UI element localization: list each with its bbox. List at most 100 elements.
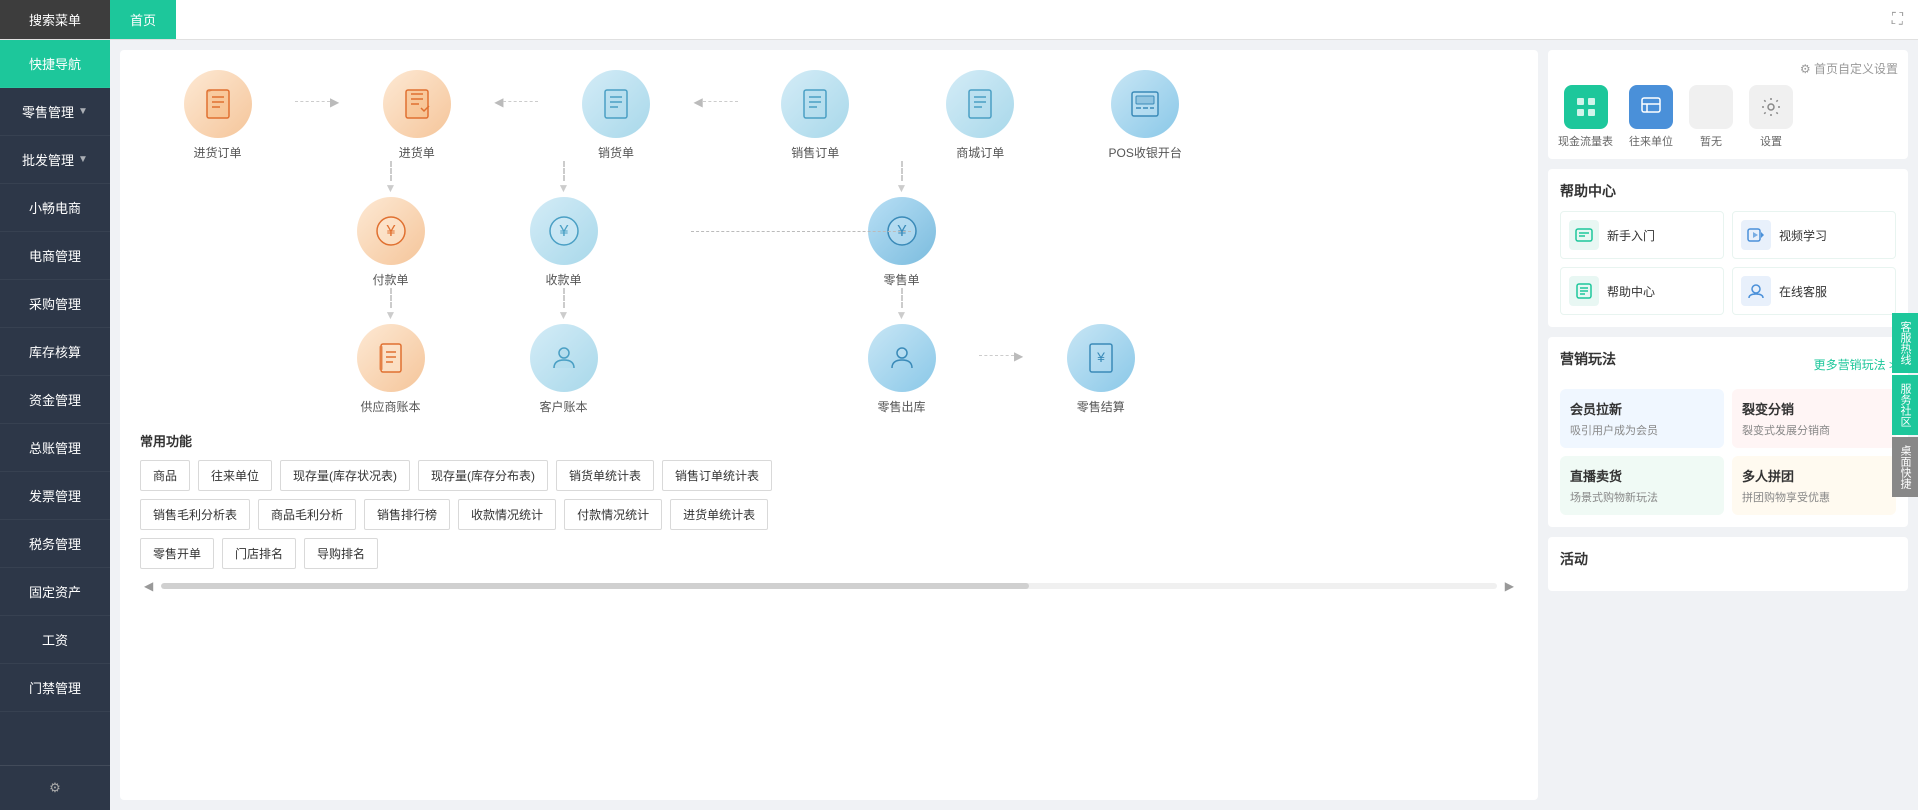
cf-btn-sales-stat[interactable]: 销货单统计表: [556, 460, 654, 491]
tab-home[interactable]: 首页: [110, 0, 176, 39]
member-title: 会员拉新: [1570, 399, 1714, 418]
cashflow-label: 现金流量表: [1558, 133, 1613, 149]
sidebar-item-ecommerce[interactable]: 电商管理: [0, 232, 110, 280]
flow-node-retail[interactable]: ¥ 零售单: [824, 197, 979, 288]
spacer: [468, 161, 486, 195]
sidebar-item-assets[interactable]: 固定资产: [0, 568, 110, 616]
help-item-video[interactable]: 视频学习: [1732, 211, 1896, 259]
cf-btn-store-rank[interactable]: 门店排名: [222, 538, 296, 569]
flow-node-sales-order[interactable]: 销售订单: [738, 70, 893, 161]
arrow-3: ◀: [693, 95, 737, 137]
cf-btn-receipt-stat[interactable]: 收款情况统计: [458, 499, 556, 530]
help-online-label: 在线客服: [1779, 283, 1827, 300]
flow-node-receipt[interactable]: ¥ 收款单: [486, 197, 641, 288]
v-arrow-payment: ▼: [313, 288, 468, 322]
marketing-grid: 会员拉新 吸引用户成为会员 裂变分销 裂变式发展分销商 直播卖货 场景式购物新玩…: [1560, 389, 1896, 515]
v-arrows-row2: ▼ ▼ ▼: [140, 288, 1518, 322]
cf-row-3: 零售开单 门店排名 导购排名: [140, 538, 1518, 569]
customer-ledger-label: 客户账本: [539, 398, 587, 415]
sidebar-item-quick-nav[interactable]: 快捷导航: [0, 40, 110, 88]
sidebar-item-label: 固定资产: [29, 582, 81, 601]
cf-btn-sales-order-stat[interactable]: 销售订单统计表: [662, 460, 772, 491]
flow-diagram: 进货订单 ▶: [140, 70, 1518, 415]
flow-node-pos[interactable]: POS收银开台: [1068, 70, 1223, 161]
live-title: 直播卖货: [1570, 466, 1714, 485]
sidebar-item-wholesale[interactable]: 批发管理 ▼: [0, 136, 110, 184]
flow-node-mall-order[interactable]: 商城订单: [903, 70, 1058, 161]
payment-label: 付款单: [372, 271, 408, 288]
flow-node-purchase-order[interactable]: 进货订单: [140, 70, 295, 161]
flow-node-purchase[interactable]: 进货单: [339, 70, 494, 161]
help-item-center[interactable]: 帮助中心: [1560, 267, 1724, 315]
flow-node-payment[interactable]: ¥ 付款单: [313, 197, 468, 288]
sidebar-item-purchase[interactable]: 采购管理: [0, 280, 110, 328]
marketing-item-member[interactable]: 会员拉新 吸引用户成为会员: [1560, 389, 1724, 448]
float-btn-label: 服务社区: [1899, 383, 1911, 427]
flow-node-customer-ledger[interactable]: 客户账本: [486, 324, 641, 415]
spacer: [468, 288, 486, 322]
common-functions-section: 常用功能 商品 往来单位 现存量(库存状况表) 现存量(库存分布表) 销货单统计…: [140, 431, 1518, 569]
sidebar-item-tax[interactable]: 税务管理: [0, 520, 110, 568]
marketing-item-fission[interactable]: 裂变分销 裂变式发展分销商: [1732, 389, 1896, 448]
arrow-right-icon: ▶: [330, 95, 339, 109]
marketing-item-live[interactable]: 直播卖货 场景式购物新玩法: [1560, 456, 1724, 515]
cf-btn-purchase-stat[interactable]: 进货单统计表: [670, 499, 768, 530]
sidebar-item-label: 资金管理: [29, 390, 81, 409]
quick-access-partners[interactable]: 往来单位: [1629, 85, 1673, 149]
expand-icon[interactable]: ⛶: [1887, 6, 1908, 34]
scroll-left-button[interactable]: ◀: [140, 577, 157, 595]
search-menu-button[interactable]: 搜索菜单: [0, 0, 110, 39]
cf-btn-goods[interactable]: 商品: [140, 460, 190, 491]
sidebar-item-label: 发票管理: [29, 486, 81, 505]
chevron-down-icon: ▼: [78, 154, 88, 165]
flow-node-retail-settle[interactable]: ¥ 零售结算: [1023, 324, 1178, 415]
help-item-online[interactable]: 在线客服: [1732, 267, 1896, 315]
flow-row-3: 供应商账本: [140, 324, 1518, 415]
cf-btn-guide-rank[interactable]: 导购排名: [304, 538, 378, 569]
activities-title: 活动: [1560, 549, 1896, 569]
cf-btn-stock1[interactable]: 现存量(库存状况表): [280, 460, 410, 491]
customer-service-button[interactable]: 客服热线: [1892, 313, 1918, 373]
flow-node-retail-out[interactable]: 零售出库: [824, 324, 979, 415]
desktop-shortcut-button[interactable]: 桌面快捷: [1892, 437, 1918, 497]
sidebar-item-inventory[interactable]: 库存核算: [0, 328, 110, 376]
marketing-item-group[interactable]: 多人拼团 拼团购物享受优惠: [1732, 456, 1896, 515]
quick-access-cashflow[interactable]: 现金流量表: [1558, 85, 1613, 149]
help-grid: 新手入门 视频学习: [1560, 211, 1896, 315]
v-arrows-row1: ▼ ▼ ▼: [140, 161, 1518, 195]
sidebar-settings-icon[interactable]: ⚙: [0, 765, 110, 810]
quick-access-none[interactable]: 暂无: [1689, 85, 1733, 149]
sidebar-item-payroll[interactable]: 工资: [0, 616, 110, 664]
retail-settle-icon: ¥: [1067, 324, 1135, 392]
help-item-beginner[interactable]: 新手入门: [1560, 211, 1724, 259]
sidebar-item-ledger[interactable]: 总账管理: [0, 424, 110, 472]
quick-access-settings[interactable]: 设置: [1749, 85, 1793, 149]
supplier-ledger-icon: [357, 324, 425, 392]
cf-btn-retail-order[interactable]: 零售开单: [140, 538, 214, 569]
community-button[interactable]: 服务社区: [1892, 375, 1918, 435]
cf-btn-sales-profit[interactable]: 销售毛利分析表: [140, 499, 250, 530]
flow-row-1: 进货订单 ▶: [140, 70, 1518, 161]
arrow-down-icon: ▼: [558, 181, 570, 195]
homepage-settings-button[interactable]: ⚙ 首页自定义设置: [1800, 60, 1898, 77]
sidebar-item-access[interactable]: 门禁管理: [0, 664, 110, 712]
marketing-title: 营销玩法: [1560, 349, 1616, 369]
scroll-track[interactable]: [161, 583, 1497, 589]
receipt-icon: ¥: [530, 197, 598, 265]
spacer: [814, 161, 824, 195]
settings-icon: [1749, 85, 1793, 129]
cf-btn-payment-stat[interactable]: 付款情况统计: [564, 499, 662, 530]
more-marketing-link[interactable]: 更多营销玩法 >: [1814, 356, 1896, 373]
cf-btn-sales-rank[interactable]: 销售排行榜: [364, 499, 450, 530]
sidebar-item-retail[interactable]: 零售管理 ▼: [0, 88, 110, 136]
cf-btn-stock2[interactable]: 现存量(库存分布表): [418, 460, 548, 491]
flow-node-supplier-ledger[interactable]: 供应商账本: [313, 324, 468, 415]
sidebar-item-invoice[interactable]: 发票管理: [0, 472, 110, 520]
sidebar-item-finance[interactable]: 资金管理: [0, 376, 110, 424]
none-label: 暂无: [1700, 133, 1722, 149]
cf-btn-partners[interactable]: 往来单位: [198, 460, 272, 491]
flow-node-sales[interactable]: 销货单: [538, 70, 693, 161]
scroll-right-button[interactable]: ▶: [1501, 577, 1518, 595]
cf-btn-goods-profit[interactable]: 商品毛利分析: [258, 499, 356, 530]
sidebar-item-ecommerce-mini[interactable]: 小畅电商: [0, 184, 110, 232]
